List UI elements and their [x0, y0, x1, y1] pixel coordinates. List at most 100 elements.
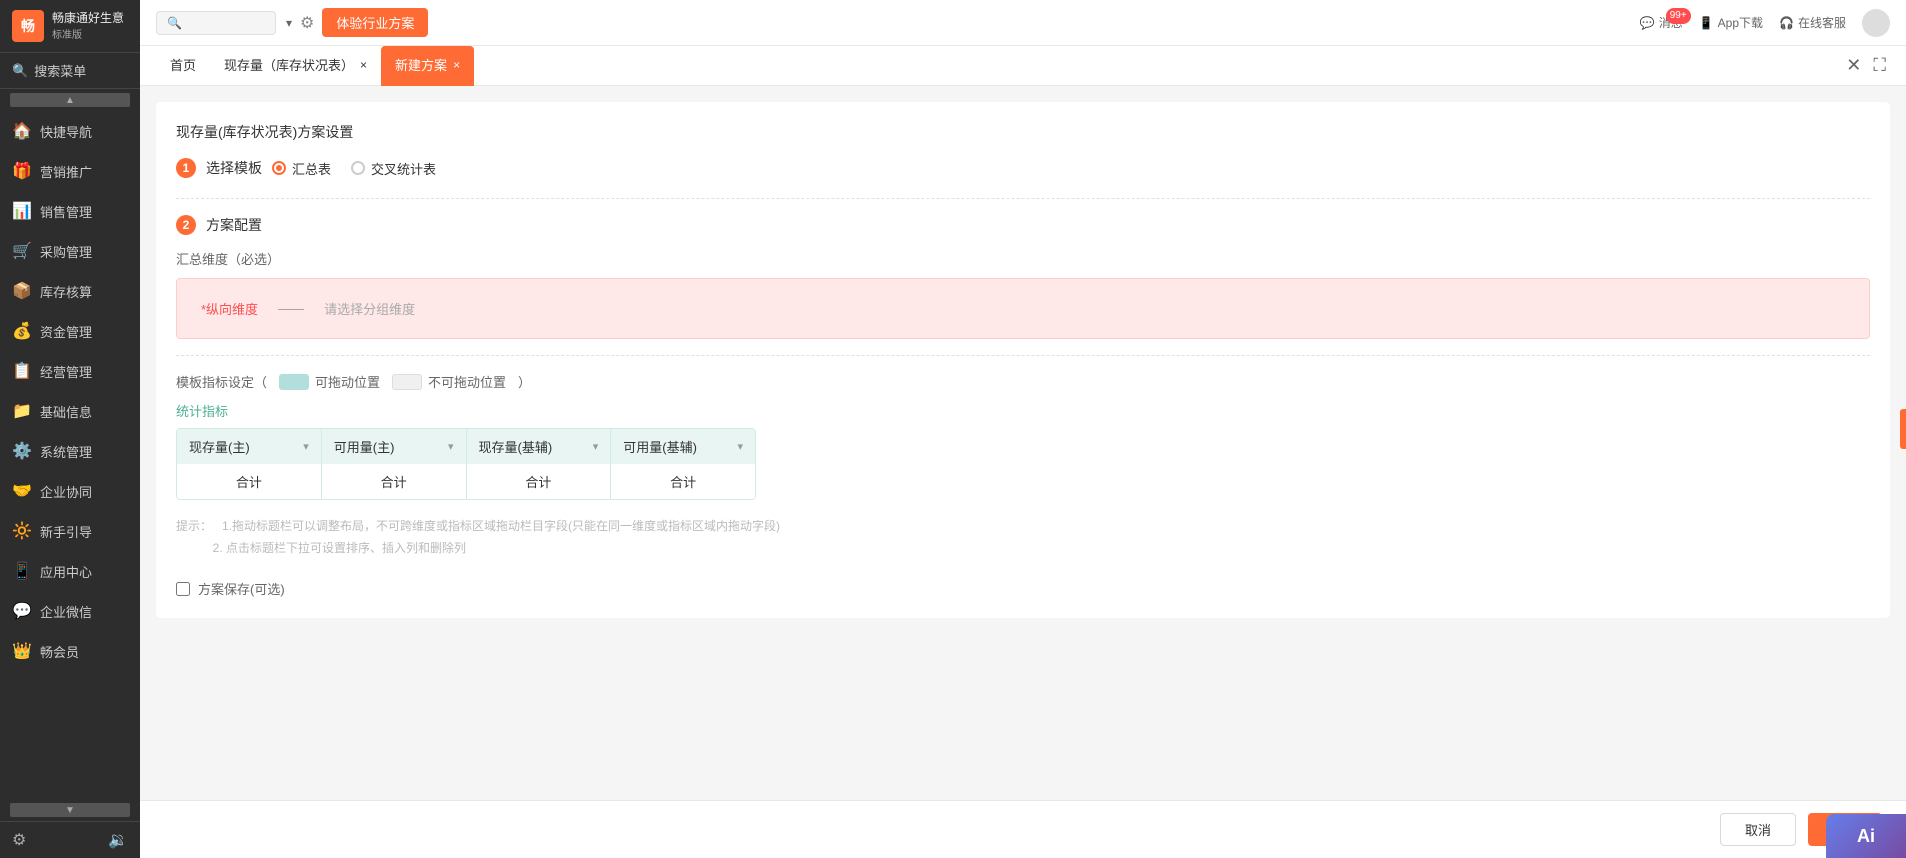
search-menu-label: 搜索菜单: [34, 61, 86, 80]
tab-new-scheme[interactable]: 新建方案 ×: [381, 46, 474, 86]
headset-icon: 🎧: [1779, 16, 1794, 30]
header-cell-3[interactable]: 可用量(基辅) ▾: [611, 429, 755, 464]
radio-summary[interactable]: 汇总表: [272, 159, 331, 178]
star-icon: 🔆: [12, 521, 32, 541]
header-label-0: 现存量(主): [189, 437, 250, 456]
chevron-down-icon-2[interactable]: ▾: [593, 440, 599, 453]
sidebar-bottom: ⚙ 🔉: [0, 821, 140, 858]
sidebar-item-purchase[interactable]: 🛒 采购管理: [0, 231, 140, 271]
nav-label: 畅会员: [40, 642, 79, 661]
scroll-down-btn[interactable]: ▼: [10, 803, 130, 817]
sidebar-item-guide[interactable]: 🔆 新手引导: [0, 511, 140, 551]
tip-2: 2. 点击标题栏下拉可设置排序、插入列和删除列: [176, 538, 1870, 560]
chevron-up-icon: ▲: [65, 95, 75, 106]
cart-icon: 🛒: [12, 241, 32, 261]
body-cell-2: 合计: [467, 464, 612, 499]
sidebar-item-quick-nav[interactable]: 🏠 快捷导航: [0, 111, 140, 151]
right-handle[interactable]: [1900, 409, 1906, 449]
sidebar-item-wechat[interactable]: 💬 企业微信: [0, 591, 140, 631]
sidebar-item-marketing[interactable]: 🎁 营销推广: [0, 151, 140, 191]
nav-label: 新手引导: [40, 522, 92, 541]
sidebar-item-system[interactable]: ⚙️ 系统管理: [0, 431, 140, 471]
message-icon: 💬: [1640, 16, 1655, 30]
ai-float-button[interactable]: Ai: [1826, 814, 1906, 858]
chevron-down-icon-1[interactable]: ▾: [448, 440, 454, 453]
cancel-button[interactable]: 取消: [1720, 813, 1796, 846]
tab-home[interactable]: 首页: [156, 46, 210, 86]
service-label: 在线客服: [1798, 14, 1846, 31]
stats-body-row: 合计 合计 合计 合计: [177, 464, 755, 499]
template-radio-group: 汇总表 交叉统计表: [272, 159, 436, 178]
sidebar-item-agreement[interactable]: 🤝 企业协同: [0, 471, 140, 511]
radio-cross[interactable]: 交叉统计表: [351, 159, 436, 178]
folder-icon: 📁: [12, 401, 32, 421]
radio-summary-circle: [272, 161, 286, 175]
chart-icon: 📊: [12, 201, 32, 221]
crown-icon: 👑: [12, 641, 32, 661]
radio-summary-label: 汇总表: [292, 159, 331, 178]
industry-btn[interactable]: 体验行业方案: [322, 8, 428, 37]
chevron-down-icon: ▾: [286, 16, 292, 30]
stats-section: 统计指标 现存量(主) ▾ 可用量(主) ▾: [176, 401, 1870, 500]
non-draggable-indicator: 不可拖动位置: [392, 372, 506, 391]
gear-icon: ⚙️: [12, 441, 32, 461]
sidebar-item-operation[interactable]: 📋 经营管理: [0, 351, 140, 391]
message-btn[interactable]: 💬 消息 99+: [1640, 14, 1683, 31]
sound-icon[interactable]: 🔉: [108, 830, 128, 850]
chevron-down-icon-3[interactable]: ▾: [737, 440, 743, 453]
scroll-up-btn[interactable]: ▲: [10, 93, 130, 107]
chevron-down-icon: ▼: [65, 805, 75, 816]
search-bar[interactable]: 🔍: [156, 11, 276, 35]
tip-title: 提示： 1.拖动标题栏可以调整布局，不可跨维度或指标区域拖动栏目字段(只能在同一…: [176, 516, 1870, 538]
sidebar-item-basic-info[interactable]: 📁 基础信息: [0, 391, 140, 431]
tab-inventory-close[interactable]: ×: [360, 58, 367, 72]
user-avatar[interactable]: [1862, 9, 1890, 37]
dimension-select[interactable]: 请选择分组维度: [324, 299, 415, 318]
radio-cross-circle: [351, 161, 365, 175]
topbar-dropdown[interactable]: ▾: [284, 16, 292, 30]
phone-icon: 📱: [1699, 16, 1714, 30]
nav-label: 快捷导航: [40, 122, 92, 141]
tab-inventory-status[interactable]: 现存量（库存状况表） ×: [210, 46, 381, 86]
main-area: 🔍 ▾ ⚙ 体验行业方案 💬 消息 99+ 📱 App下载 🎧 在线客服: [140, 0, 1906, 858]
page-title: 现存量(库存状况表)方案设置: [176, 122, 1870, 142]
nav-label: 营销推广: [40, 162, 92, 181]
settings-icon[interactable]: ⚙: [12, 830, 26, 850]
tab-home-label: 首页: [170, 55, 196, 74]
sidebar-item-sales[interactable]: 📊 销售管理: [0, 191, 140, 231]
header-cell-2[interactable]: 现存量(基辅) ▾: [467, 429, 612, 464]
header-cell-1[interactable]: 可用量(主) ▾: [322, 429, 467, 464]
nav-label: 应用中心: [40, 562, 92, 581]
app-version: 标准版: [52, 26, 124, 41]
radio-cross-label: 交叉统计表: [371, 159, 436, 178]
sidebar-item-app-center[interactable]: 📱 应用中心: [0, 551, 140, 591]
window-close-btn[interactable]: ✕: [1842, 55, 1865, 76]
nav-label: 销售管理: [40, 202, 92, 221]
step1-label: 选择模板: [206, 158, 262, 178]
divider2: [176, 355, 1870, 356]
tab-new-scheme-label: 新建方案: [395, 55, 447, 74]
search-menu[interactable]: 🔍 搜索菜单: [0, 53, 140, 89]
header-cell-0[interactable]: 现存量(主) ▾: [177, 429, 322, 464]
search-icon: 🔍: [12, 63, 28, 79]
window-expand-btn[interactable]: ⛶: [1869, 55, 1890, 76]
chevron-down-icon-0[interactable]: ▾: [303, 440, 309, 453]
chat-icon: 💬: [12, 601, 32, 621]
dimension-required: *纵向维度: [201, 299, 258, 318]
sidebar-item-finance[interactable]: 💰 资金管理: [0, 311, 140, 351]
app-download-label: App下载: [1718, 14, 1763, 31]
body-cell-0: 合计: [177, 464, 322, 499]
sidebar-item-inventory[interactable]: 📦 库存核算: [0, 271, 140, 311]
save-checkbox[interactable]: [176, 582, 190, 596]
online-service-btn[interactable]: 🎧 在线客服: [1779, 14, 1846, 31]
sidebar-item-member[interactable]: 👑 畅会员: [0, 631, 140, 671]
ai-label: Ai: [1857, 826, 1875, 847]
app-download-btn[interactable]: 📱 App下载: [1699, 14, 1763, 31]
header-label-2: 现存量(基辅): [479, 437, 553, 456]
tab-new-scheme-close[interactable]: ×: [453, 58, 460, 72]
step2-section: 2 方案配置 汇总维度（必选） *纵向维度 —— 请选择分组维度 模板指标设定（…: [176, 215, 1870, 559]
step1-num: 1: [176, 158, 196, 178]
settings-gear-icon[interactable]: ⚙: [300, 13, 314, 33]
sidebar: 畅 畅康通好生意 标准版 🔍 搜索菜单 ▲ 🏠 快捷导航 🎁 营销推广 📊 销售…: [0, 0, 140, 858]
gift-icon: 🎁: [12, 161, 32, 181]
